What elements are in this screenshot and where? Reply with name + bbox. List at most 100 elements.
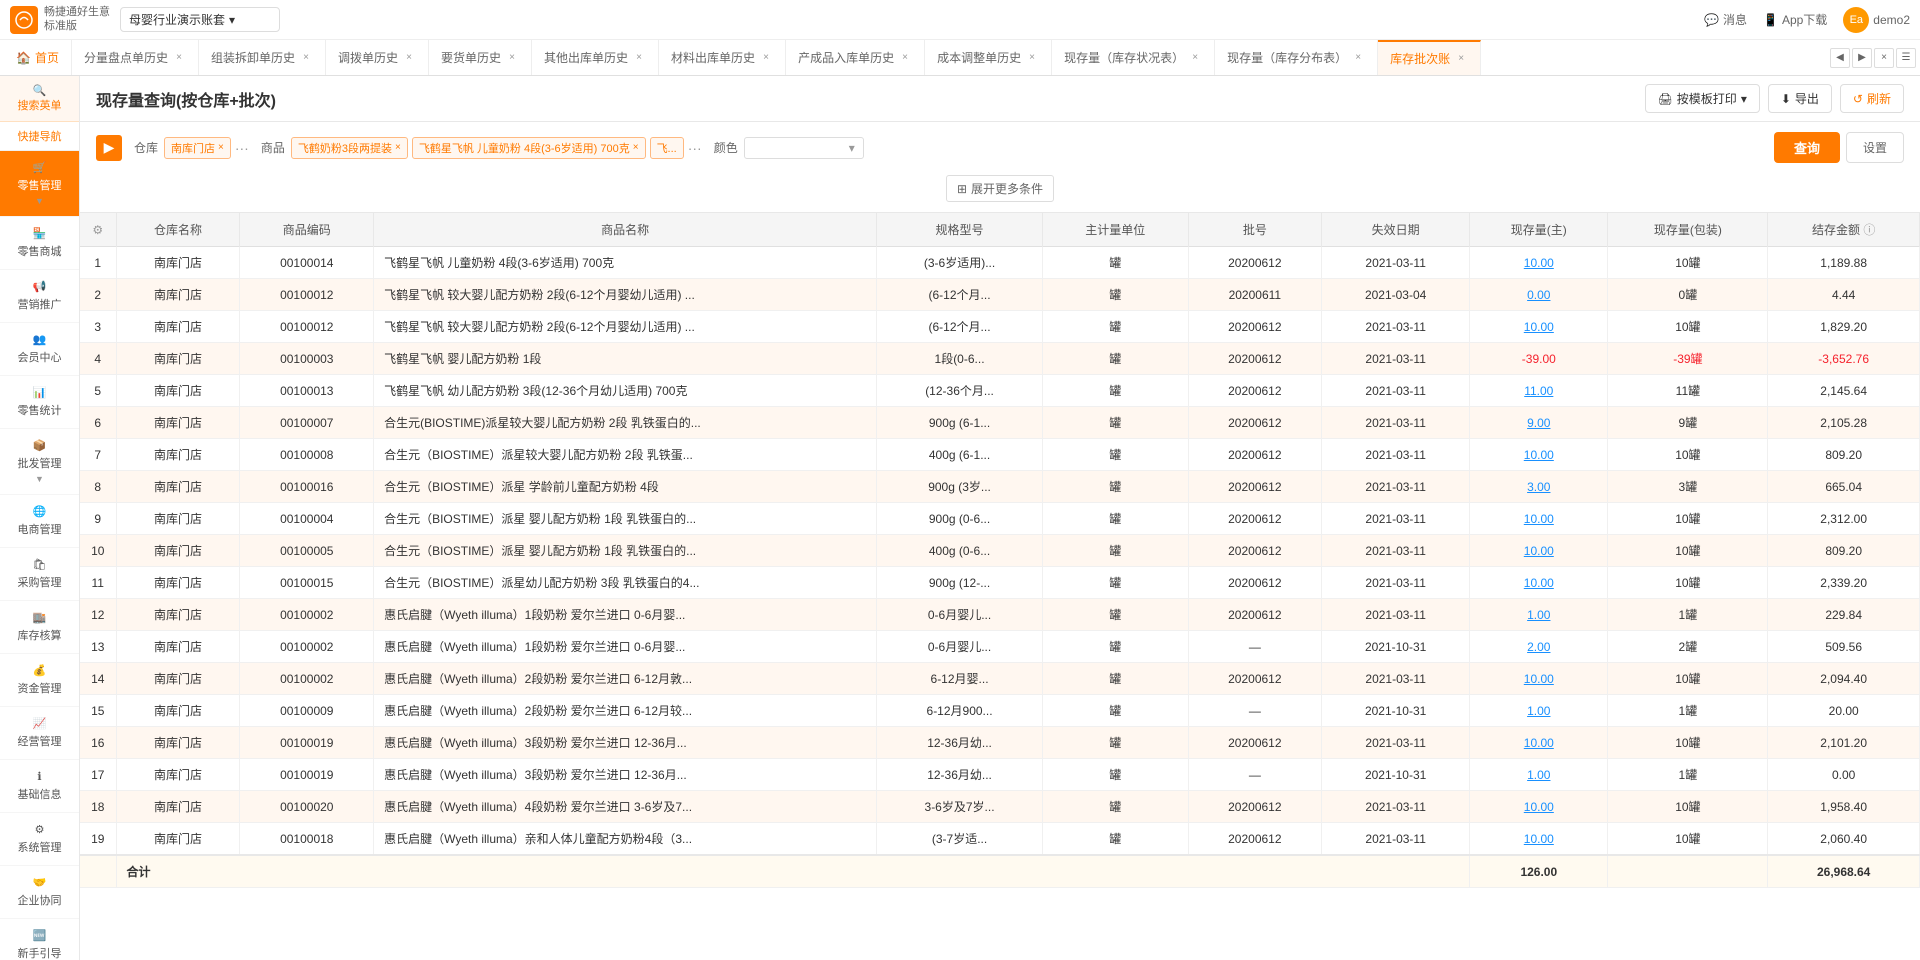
- product-tag-close-icon[interactable]: ×: [633, 142, 639, 153]
- tab-stock-status[interactable]: 现存量（库存状况表） ×: [1052, 40, 1215, 76]
- app-download-btn[interactable]: 📱 App下载: [1763, 11, 1827, 28]
- filter-expand-btn[interactable]: ▶: [96, 135, 122, 161]
- sidebar-item-members[interactable]: 👥 会员中心: [0, 323, 79, 376]
- row-code: 00100020: [240, 791, 374, 823]
- sidebar-item-system[interactable]: ⚙ 系统管理: [0, 813, 79, 866]
- settings-btn[interactable]: 设置: [1846, 132, 1904, 163]
- sidebar-item-operations[interactable]: 📈 经营管理: [0, 707, 79, 760]
- sidebar-item-wholesale[interactable]: 📦 批发管理 ▼: [0, 429, 79, 495]
- row-spec: 1段(0-6...: [877, 343, 1043, 375]
- row-no: 18: [80, 791, 116, 823]
- sidebar-item-retail-stats[interactable]: 📊 零售统计: [0, 376, 79, 429]
- user-avatar-btn[interactable]: Ea demo2: [1843, 7, 1910, 33]
- row-qty-main[interactable]: 10.00: [1470, 247, 1608, 279]
- product-tag-2[interactable]: 飞鹤星飞帆 儿童奶粉 4段(3-6岁适用) 700克 ×: [412, 137, 646, 159]
- warehouse-tag-close-icon[interactable]: ×: [218, 142, 224, 153]
- row-qty-main[interactable]: 10.00: [1470, 311, 1608, 343]
- row-qty-main[interactable]: 10.00: [1470, 823, 1608, 856]
- col-expiry: 失效日期: [1322, 213, 1470, 247]
- sidebar-item-finance[interactable]: 💰 资金管理: [0, 654, 79, 707]
- product-tag-more[interactable]: 飞...: [650, 137, 684, 159]
- tab-close-icon[interactable]: ×: [1188, 51, 1202, 65]
- sidebar-item-retail[interactable]: 🛒 零售管理 ▼: [0, 151, 79, 217]
- row-amount: 809.20: [1768, 439, 1920, 471]
- tab-close-icon[interactable]: ×: [1351, 51, 1365, 65]
- tab-material-out[interactable]: 材料出库单历史 ×: [659, 40, 786, 76]
- color-dropdown[interactable]: ▾: [744, 137, 864, 159]
- tab-close-icon[interactable]: ×: [172, 51, 186, 65]
- tab-mix-history[interactable]: 调拨单历史 ×: [326, 40, 429, 76]
- sidebar-item-inventory[interactable]: 🏬 库存核算: [0, 601, 79, 654]
- row-batch: 20200612: [1188, 311, 1322, 343]
- sidebar-search[interactable]: 🔍 搜索英单: [0, 76, 79, 122]
- tab-require-history[interactable]: 要货单历史 ×: [429, 40, 532, 76]
- warehouse-tag-nanku[interactable]: 南库门店 ×: [164, 137, 231, 159]
- template-print-btn[interactable]: 🖨 按模板打印 ▾: [1645, 84, 1760, 113]
- row-spec: (6-12个月...: [877, 311, 1043, 343]
- sidebar-item-enterprise-collab[interactable]: 🤝 企业协同: [0, 866, 79, 919]
- export-btn[interactable]: ⬇ 导出: [1768, 84, 1832, 113]
- tab-close-icon[interactable]: ×: [1454, 52, 1468, 66]
- product-tag-1[interactable]: 飞鹤奶粉3段两提装 ×: [291, 137, 408, 159]
- sidebar-item-new-guide[interactable]: 🆕 新手引导: [0, 919, 79, 960]
- tab-home[interactable]: 🏠 首页: [4, 40, 72, 76]
- row-amount: 2,060.40: [1768, 823, 1920, 856]
- tab-cost-adjust[interactable]: 成本调整单历史 ×: [925, 40, 1052, 76]
- product-tag-close-icon[interactable]: ×: [395, 142, 401, 153]
- row-qty-main[interactable]: 1.00: [1470, 695, 1608, 727]
- row-qty-main[interactable]: 1.00: [1470, 599, 1608, 631]
- tab-close-icon[interactable]: ×: [898, 51, 912, 65]
- sidebar-item-basic-info[interactable]: ℹ 基础信息: [0, 760, 79, 813]
- tab-close-all-btn[interactable]: ×: [1874, 48, 1894, 68]
- tab-other-out[interactable]: 其他出库单历史 ×: [532, 40, 659, 76]
- row-qty-main[interactable]: 10.00: [1470, 791, 1608, 823]
- row-qty-main[interactable]: 10.00: [1470, 567, 1608, 599]
- sidebar-item-purchase[interactable]: 🛍 采购管理: [0, 548, 79, 601]
- amount-info-icon[interactable]: ⓘ: [1863, 223, 1875, 237]
- row-qty-main[interactable]: -39.00: [1470, 343, 1608, 375]
- gear-icon[interactable]: ⚙: [92, 223, 103, 237]
- product-more-icon[interactable]: ···: [688, 140, 702, 156]
- refresh-btn[interactable]: ↺ 刷新: [1840, 84, 1904, 113]
- sidebar-quick-nav[interactable]: 快捷导航: [0, 122, 79, 151]
- tab-prev-btn[interactable]: ◀: [1830, 48, 1850, 68]
- warehouse-more-icon[interactable]: ···: [235, 140, 249, 156]
- row-qty-main[interactable]: 10.00: [1470, 503, 1608, 535]
- tab-close-icon[interactable]: ×: [632, 51, 646, 65]
- row-batch: 20200612: [1188, 599, 1322, 631]
- row-product-name: 惠氏启腱（Wyeth illuma）2段奶粉 爱尔兰进口 6-12月较...: [374, 695, 877, 727]
- col-settings[interactable]: ⚙: [80, 213, 116, 247]
- tab-warehouse-batch[interactable]: 库存批次账 ×: [1378, 40, 1481, 76]
- tab-close-icon[interactable]: ×: [505, 51, 519, 65]
- sidebar-item-retail-mall[interactable]: 🏪 零售商城: [0, 217, 79, 270]
- sidebar-item-marketing[interactable]: 📢 营销推广: [0, 270, 79, 323]
- tab-close-icon[interactable]: ×: [402, 51, 416, 65]
- tab-disassemble-history[interactable]: 组装拆卸单历史 ×: [199, 40, 326, 76]
- tab-split-count-history[interactable]: 分量盘点单历史 ×: [72, 40, 199, 76]
- tab-menu-btn[interactable]: ☰: [1896, 48, 1916, 68]
- row-qty-main[interactable]: 0.00: [1470, 279, 1608, 311]
- row-expiry: 2021-03-11: [1322, 343, 1470, 375]
- messages-btn[interactable]: 💬 消息: [1704, 11, 1747, 28]
- row-unit: 罐: [1042, 471, 1188, 503]
- row-qty-main[interactable]: 3.00: [1470, 471, 1608, 503]
- row-qty-main[interactable]: 11.00: [1470, 375, 1608, 407]
- tab-close-icon[interactable]: ×: [759, 51, 773, 65]
- row-qty-main[interactable]: 10.00: [1470, 535, 1608, 567]
- sidebar-item-ecommerce[interactable]: 🌐 电商管理: [0, 495, 79, 548]
- tab-close-icon[interactable]: ×: [299, 51, 313, 65]
- row-qty-main[interactable]: 10.00: [1470, 727, 1608, 759]
- row-qty-main[interactable]: 1.00: [1470, 759, 1608, 791]
- row-qty-main[interactable]: 10.00: [1470, 663, 1608, 695]
- row-qty-main[interactable]: 10.00: [1470, 439, 1608, 471]
- row-qty-main[interactable]: 2.00: [1470, 631, 1608, 663]
- tab-next-btn[interactable]: ▶: [1852, 48, 1872, 68]
- company-selector[interactable]: 母婴行业演示账套 ▾: [120, 7, 280, 32]
- tab-product-in[interactable]: 产成品入库单历史 ×: [786, 40, 925, 76]
- row-qty-main[interactable]: 9.00: [1470, 407, 1608, 439]
- tab-close-icon[interactable]: ×: [1025, 51, 1039, 65]
- expand-conditions-btn[interactable]: ⊞ 展开更多条件: [946, 175, 1054, 202]
- table-row: 2 南库门店 00100012 飞鹤星飞帆 较大婴儿配方奶粉 2段(6-12个月…: [80, 279, 1920, 311]
- tab-stock-distribution[interactable]: 现存量（库存分布表） ×: [1215, 40, 1378, 76]
- query-btn[interactable]: 查询: [1774, 132, 1840, 163]
